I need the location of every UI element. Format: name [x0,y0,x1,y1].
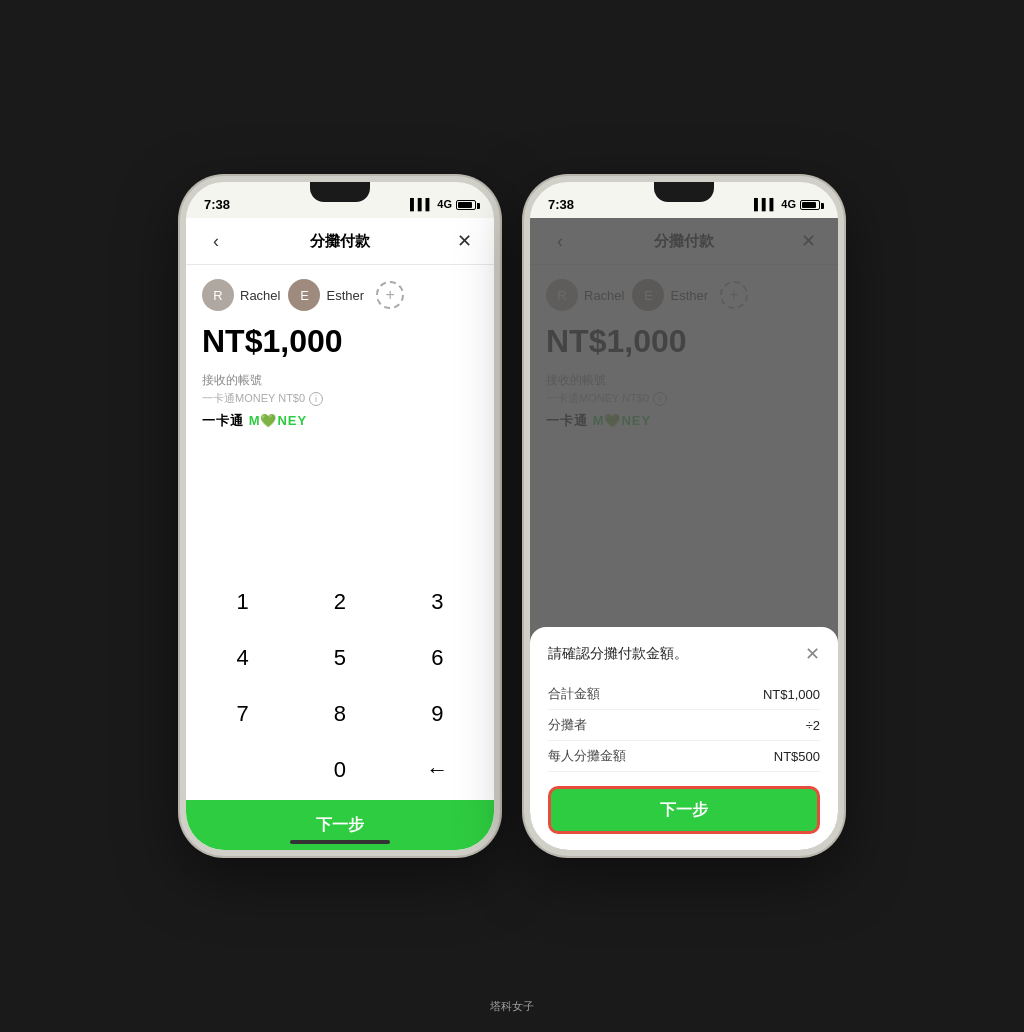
time-right: 7:38 [548,197,574,212]
avatar-esther-left[interactable]: E Esther [288,279,364,311]
modal-label-total: 合計金額 [548,685,600,703]
add-person-btn-left[interactable]: + [376,281,404,309]
key-2[interactable]: 2 [300,576,380,628]
key-4[interactable]: 4 [203,632,283,684]
modal-header: 請確認分攤付款金額。 ✕ [548,643,820,665]
numpad-row-4: 0 ← [194,744,486,796]
key-3[interactable]: 3 [397,576,477,628]
confirm-modal: 請確認分攤付款金額。 ✕ 合計金額 NT$1,000 分攤者 ÷2 每人分攤金額… [530,627,838,850]
modal-value-total: NT$1,000 [763,687,820,702]
modal-row-split: 分攤者 ÷2 [548,710,820,741]
account-sub-left: 一卡通MONEY NT$0 i [202,391,478,406]
nav-title-left: 分攤付款 [310,232,370,251]
time-left: 7:38 [204,197,230,212]
numpad-row-2: 4 5 6 [194,632,486,684]
battery-icon-left [456,198,476,210]
network-icon-right: 4G [781,198,796,210]
account-section-left: 接收的帳號 一卡通MONEY NT$0 i 一卡通 M💚NEY [186,368,494,438]
notch-left [280,182,400,208]
money-highlight-left: M💚NEY [249,413,308,428]
avatar-circle-rachel-left: R [202,279,234,311]
key-6[interactable]: 6 [397,632,477,684]
numpad-left: 1 2 3 4 5 6 7 8 9 0 ← [186,576,494,800]
key-5[interactable]: 5 [300,632,380,684]
network-icon-left: 4G [437,198,452,210]
modal-next-btn[interactable]: 下一步 [548,786,820,834]
info-icon-left[interactable]: i [309,392,323,406]
amount-left: NT$1,000 [186,319,494,368]
status-icons-right: ▌▌▌ 4G [754,198,820,210]
modal-label-split: 分攤者 [548,716,587,734]
modal-label-per-person: 每人分攤金額 [548,747,626,765]
signal-icon-right: ▌▌▌ [754,198,777,210]
right-phone: 7:38 ▌▌▌ 4G ‹ 分攤付款 ✕ R Rachel E Esther [524,176,844,856]
left-phone: 7:38 ▌▌▌ 4G ‹ 分攤付款 ✕ R Rachel E Esther [180,176,500,856]
modal-row-per-person: 每人分攤金額 NT$500 [548,741,820,772]
key-9[interactable]: 9 [397,688,477,740]
status-icons-left: ▌▌▌ 4G [410,198,476,210]
home-indicator-left [290,840,390,844]
numpad-row-1: 1 2 3 [194,576,486,628]
key-empty [203,744,283,796]
key-1[interactable]: 1 [203,576,283,628]
key-0[interactable]: 0 [300,744,380,796]
avatar-rachel-left[interactable]: R Rachel [202,279,280,311]
watermark: 塔科女子 [490,999,534,1014]
avatar-circle-esther-left: E [288,279,320,311]
money-logo-left: 一卡通 M💚NEY [202,412,478,430]
nav-bar-left: ‹ 分攤付款 ✕ [186,218,494,265]
key-delete[interactable]: ← [397,744,477,796]
battery-icon-right [800,198,820,210]
modal-title: 請確認分攤付款金額。 [548,645,688,663]
modal-close-btn[interactable]: ✕ [805,643,820,665]
screen-right: ‹ 分攤付款 ✕ R Rachel E Esther + NT$1,000 接收… [530,218,838,850]
modal-value-split: ÷2 [806,718,820,733]
avatar-label-rachel-left: Rachel [240,288,280,303]
signal-icon-left: ▌▌▌ [410,198,433,210]
notch-right [624,182,744,208]
avatars-row-left: R Rachel E Esther + [186,265,494,319]
back-btn-left[interactable]: ‹ [202,231,230,252]
key-8[interactable]: 8 [300,688,380,740]
modal-row-total: 合計金額 NT$1,000 [548,679,820,710]
key-7[interactable]: 7 [203,688,283,740]
avatar-label-esther-left: Esther [326,288,364,303]
account-label-left: 接收的帳號 [202,372,478,389]
screen-left: ‹ 分攤付款 ✕ R Rachel E Esther + NT$1,000 接收… [186,218,494,850]
close-btn-left[interactable]: ✕ [450,230,478,252]
modal-value-per-person: NT$500 [774,749,820,764]
numpad-row-3: 7 8 9 [194,688,486,740]
